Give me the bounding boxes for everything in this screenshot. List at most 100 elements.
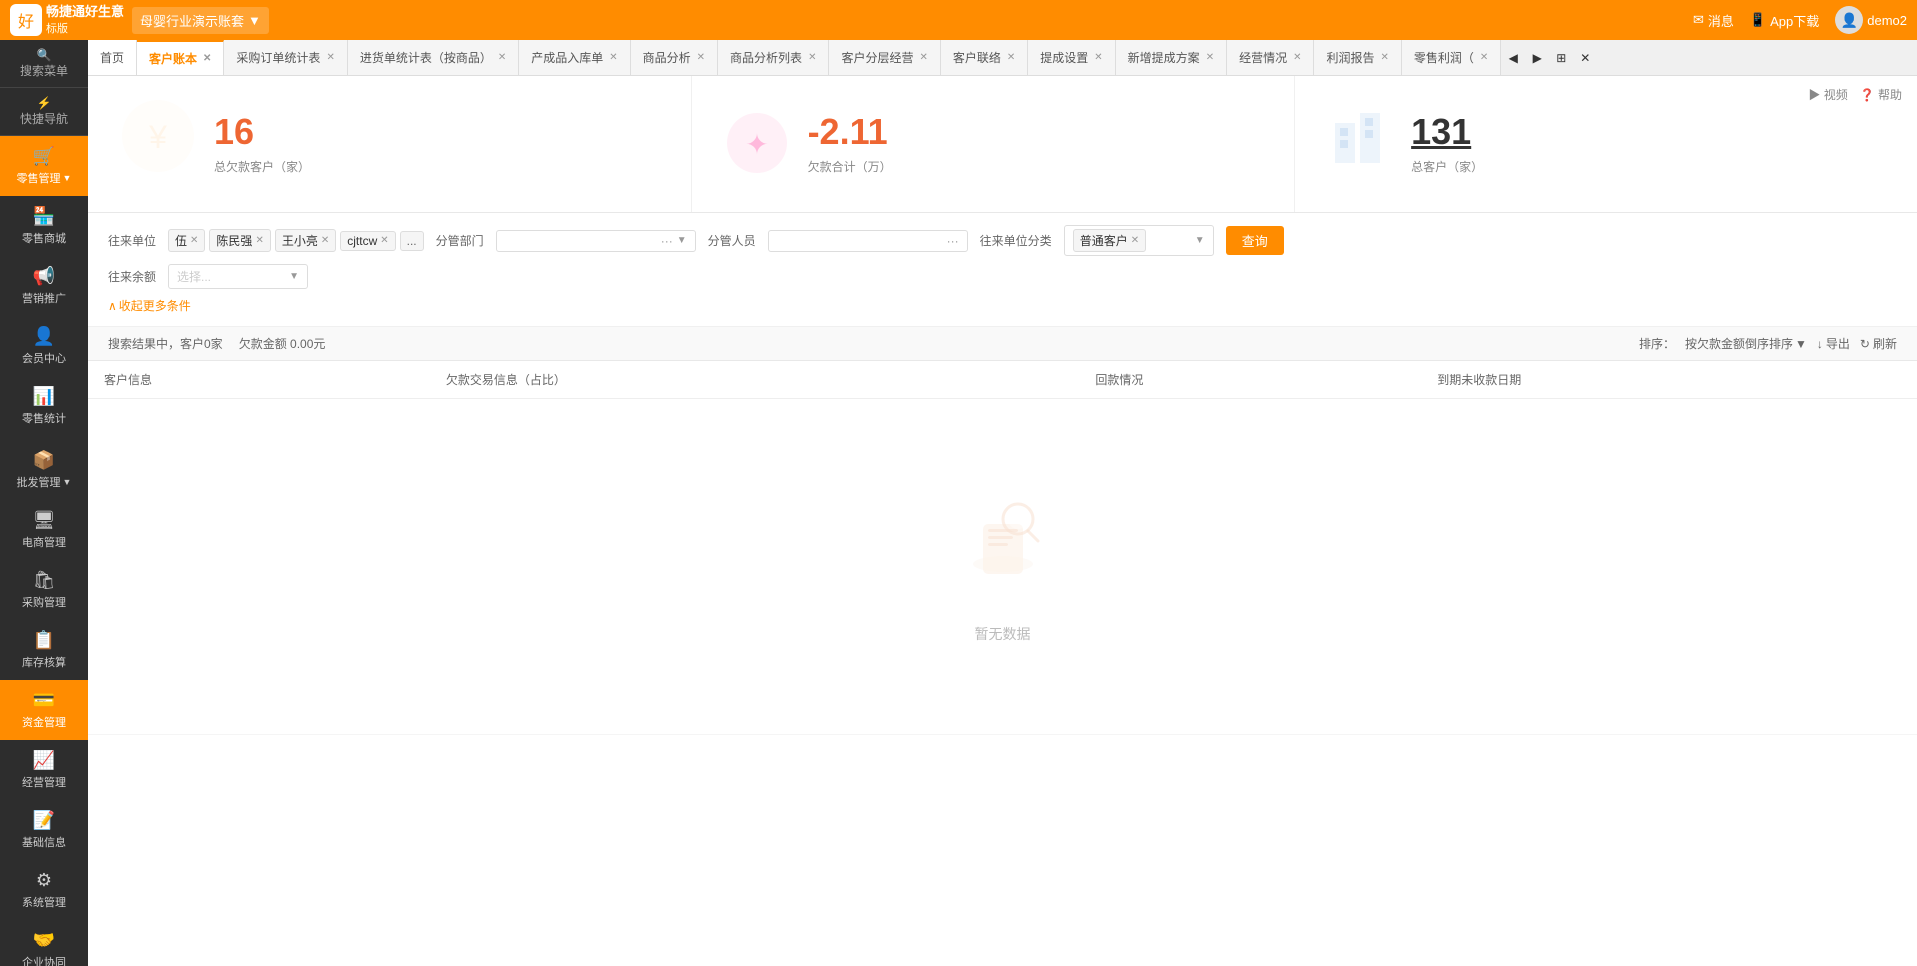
- stat-bg-icon-1: ¥: [118, 96, 198, 176]
- stats-area: ▶ 视频 ❓ 帮助 ¥: [88, 76, 1917, 213]
- tab-new-raise-plan[interactable]: 新增提成方案 ✕: [1116, 40, 1227, 76]
- unit-class-chevron: ▼: [1195, 235, 1205, 246]
- message-button[interactable]: ✉ 消息: [1693, 11, 1734, 30]
- tab-profit-report[interactable]: 利润报告 ✕: [1314, 40, 1401, 76]
- sidebar-item-ecom-mgmt[interactable]: 🖥 电商管理: [0, 500, 88, 560]
- sidebar-item-retail-mgmt[interactable]: 🛒 零售管理 ▼: [0, 136, 88, 196]
- balance-dropdown[interactable]: 选择... ▼: [168, 264, 308, 289]
- sidebar-item-inventory[interactable]: 📋 库存核算: [0, 620, 88, 680]
- basic-info-icon: 📝: [33, 810, 55, 831]
- app-icon: 📱: [1750, 12, 1766, 28]
- unit-class-tag-0-remove[interactable]: ✕: [1131, 235, 1139, 246]
- sidebar-item-enterprise-collab[interactable]: 🤝 企业协同: [0, 920, 88, 966]
- ops-label: 经营管理: [22, 774, 66, 790]
- sidebar-item-ops-mgmt[interactable]: 📈 经营管理: [0, 740, 88, 800]
- customer-segment-tab-close[interactable]: ✕: [919, 52, 927, 63]
- user-menu[interactable]: 👤 demo2: [1835, 6, 1907, 34]
- store-selector[interactable]: 母婴行业演示账套 ▼: [132, 7, 269, 34]
- app-download-button[interactable]: 📱 App下载: [1750, 11, 1819, 30]
- query-button[interactable]: 查询: [1226, 226, 1284, 255]
- refresh-button[interactable]: ↻ 刷新: [1860, 335, 1897, 352]
- sidebar-item-sys-mgmt[interactable]: ⚙ 系统管理: [0, 860, 88, 920]
- sort-select[interactable]: 按欠款金额倒序排序 ▼: [1685, 335, 1807, 352]
- unit-tag-3[interactable]: cjttcw ✕: [340, 231, 395, 251]
- tab-raise-settings[interactable]: 提成设置 ✕: [1028, 40, 1115, 76]
- collapse-section: ∧ 收起更多条件: [108, 297, 1897, 314]
- customer-book-tab-close[interactable]: ✕: [203, 53, 211, 64]
- sidebar-item-retail-stats[interactable]: 📊 零售统计: [0, 376, 88, 436]
- tab-nav-expand[interactable]: ⊞: [1549, 40, 1573, 76]
- business-situation-tab-close[interactable]: ✕: [1293, 52, 1301, 63]
- top-bar-right: ✉ 消息 📱 App下载 👤 demo2: [1693, 6, 1907, 34]
- unit-tags-more[interactable]: ...: [400, 231, 424, 251]
- sidebar-item-purchase-mgmt[interactable]: 🛍 采购管理: [0, 560, 88, 620]
- page-content: ▶ 视频 ❓ 帮助 ¥: [88, 76, 1917, 966]
- production-inbound-tab-label: 产成品入库单: [531, 49, 603, 66]
- product-analysis-tab-close[interactable]: ✕: [697, 52, 705, 63]
- tab-home[interactable]: 首页: [88, 40, 137, 76]
- tab-inbound-stats[interactable]: 进货单统计表（按商品） ✕: [348, 40, 519, 76]
- sidebar-item-basic-info[interactable]: 📝 基础信息: [0, 800, 88, 860]
- unit-tag-1[interactable]: 陈民强 ✕: [209, 229, 270, 252]
- product-analysis-tab-label: 商品分析: [643, 49, 691, 66]
- inbound-stats-tab-label: 进货单统计表（按商品）: [360, 49, 492, 66]
- sidebar-item-member-center[interactable]: 👤 会员中心: [0, 316, 88, 376]
- tab-customer-contact[interactable]: 客户联络 ✕: [941, 40, 1028, 76]
- inventory-label: 库存核算: [22, 654, 66, 670]
- unit-tag-1-remove[interactable]: ✕: [255, 235, 263, 246]
- new-raise-plan-tab-close[interactable]: ✕: [1206, 52, 1214, 63]
- retail-profit-tab-close[interactable]: ✕: [1480, 52, 1488, 63]
- unit-class-dropdown[interactable]: 普通客户 ✕ ▼: [1064, 225, 1214, 256]
- sidebar-item-finance-mgmt[interactable]: 💳 资金管理: [0, 680, 88, 740]
- unit-class-tag-0[interactable]: 普通客户 ✕: [1073, 229, 1146, 252]
- collapse-button[interactable]: ∧ 收起更多条件: [108, 297, 1897, 314]
- customer-contact-tab-close[interactable]: ✕: [1007, 52, 1015, 63]
- production-inbound-tab-close[interactable]: ✕: [609, 52, 617, 63]
- inbound-stats-tab-close[interactable]: ✕: [498, 52, 506, 63]
- sidebar: 🔍 搜索菜单 ⚡ 快捷导航 🛒 零售管理 ▼ 🏪 零售商城 📢 营销推广: [0, 40, 88, 966]
- unit-tag-2-remove[interactable]: ✕: [321, 235, 329, 246]
- unit-tag-2[interactable]: 王小亮 ✕: [275, 229, 336, 252]
- results-bar-left: 搜索结果中，客户0家 欠款金额 0.00元: [108, 335, 325, 352]
- tab-retail-profit[interactable]: 零售利润（ ✕: [1402, 40, 1501, 76]
- sidebar-item-wholesale-mgmt[interactable]: 📦 批发管理 ▼: [0, 440, 88, 500]
- stat-block-3: 131 总客户（家）: [1295, 76, 1899, 212]
- basic-info-label: 基础信息: [22, 834, 66, 850]
- product-analysis-list-tab-label: 商品分析列表: [730, 49, 802, 66]
- table-body: 暂无数据: [88, 399, 1917, 735]
- top-bar-left: 好 畅捷通好生意 标版 母婴行业演示账套 ▼: [10, 4, 269, 36]
- profit-report-tab-close[interactable]: ✕: [1381, 52, 1389, 63]
- app-download-label: App下载: [1770, 11, 1819, 30]
- export-icon: ↓: [1817, 337, 1823, 351]
- tab-nav-right[interactable]: ▶: [1525, 40, 1549, 76]
- dept-dropdown[interactable]: ··· ▼: [496, 230, 696, 252]
- sidebar-search-label: 搜索菜单: [6, 62, 82, 79]
- person-dropdown[interactable]: ···: [768, 230, 968, 252]
- sidebar-quick-nav[interactable]: ⚡ 快捷导航: [0, 88, 88, 136]
- purchase-order-tab-close[interactable]: ✕: [326, 52, 334, 63]
- raise-settings-tab-close[interactable]: ✕: [1094, 52, 1102, 63]
- tab-product-analysis[interactable]: 商品分析 ✕: [631, 40, 718, 76]
- tab-purchase-order[interactable]: 采购订单统计表 ✕: [224, 40, 347, 76]
- tab-customer-book[interactable]: 客户账本 ✕: [137, 40, 224, 76]
- sidebar-search[interactable]: 🔍 搜索菜单: [0, 40, 88, 88]
- product-analysis-list-tab-close[interactable]: ✕: [808, 52, 816, 63]
- retail-mgmt-expand-icon: ▼: [63, 173, 72, 183]
- unit-tag-0-remove[interactable]: ✕: [190, 235, 198, 246]
- tab-product-analysis-list[interactable]: 商品分析列表 ✕: [718, 40, 829, 76]
- tab-nav-left[interactable]: ◀: [1501, 40, 1525, 76]
- tab-business-situation[interactable]: 经营情况 ✕: [1227, 40, 1314, 76]
- unit-tag-3-remove[interactable]: ✕: [380, 235, 388, 246]
- message-icon: ✉: [1693, 12, 1704, 28]
- main-area: 🔍 搜索菜单 ⚡ 快捷导航 🛒 零售管理 ▼ 🏪 零售商城 📢 营销推广: [0, 40, 1917, 966]
- sidebar-quick-nav-label: 快捷导航: [6, 110, 82, 127]
- unit-class-tags: 普通客户 ✕: [1073, 229, 1191, 252]
- tab-customer-segment[interactable]: 客户分层经营 ✕: [829, 40, 940, 76]
- export-button[interactable]: ↓ 导出: [1817, 335, 1850, 352]
- tab-nav-close-all[interactable]: ✕: [1573, 40, 1597, 76]
- sidebar-item-marketing[interactable]: 📢 营销推广: [0, 256, 88, 316]
- sidebar-item-retail-mall[interactable]: 🏪 零售商城: [0, 196, 88, 256]
- unit-tag-0[interactable]: 伍 ✕: [168, 229, 205, 252]
- avatar: 👤: [1835, 6, 1863, 34]
- tab-production-inbound[interactable]: 产成品入库单 ✕: [519, 40, 630, 76]
